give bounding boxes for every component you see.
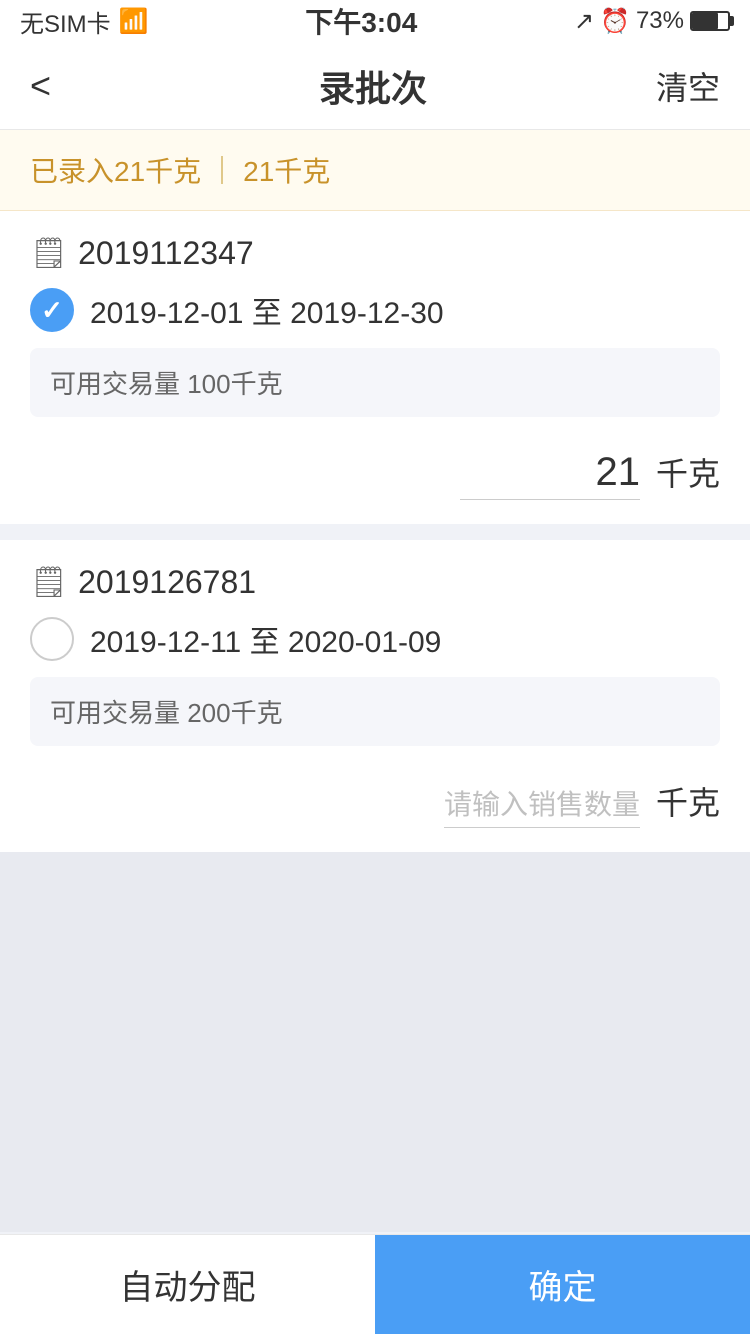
- status-right: ↗ ⏰ 73%: [574, 7, 730, 36]
- location-icon: ↗: [574, 7, 594, 36]
- clear-button[interactable]: 清空: [656, 63, 720, 109]
- batch-date-2: 2019-12-11 至 2020-01-09: [90, 617, 441, 661]
- recorded-value: 21千克: [243, 150, 330, 190]
- alarm-icon: ⏰: [600, 7, 630, 36]
- quantity-input-2[interactable]: 请输入销售数量: [444, 783, 640, 828]
- batch-header-2: 🗒 2019126781: [0, 540, 750, 609]
- carrier-label: 无SIM卡: [20, 4, 111, 39]
- input-unit-2: 千克: [656, 778, 720, 824]
- batch-number-1: 2019112347: [78, 235, 254, 272]
- radio-unchecked-2[interactable]: [30, 617, 74, 661]
- status-bar: 无SIM卡 📶 下午3:04 ↗ ⏰ 73%: [0, 0, 750, 42]
- quantity-value-1: 21: [595, 450, 640, 494]
- batch-card-2: 🗒 2019126781 2019-12-11 至 2020-01-09 可用交…: [0, 540, 750, 852]
- info-divider: [221, 156, 223, 184]
- bottom-bar: 自动分配 确定: [0, 1234, 750, 1334]
- back-button[interactable]: <: [30, 65, 90, 107]
- status-left: 无SIM卡 📶: [20, 4, 149, 39]
- batch-available-2: 可用交易量 200千克: [30, 677, 720, 746]
- confirm-button[interactable]: 确定: [375, 1235, 750, 1334]
- quantity-unit-1: 千克: [656, 449, 720, 495]
- content-area: [0, 852, 750, 1232]
- batch-header-1: 🗒 2019112347: [0, 211, 750, 280]
- recorded-label: 已录入21千克: [30, 150, 201, 190]
- auto-distribute-button[interactable]: 自动分配: [0, 1235, 375, 1334]
- battery-percent: 73%: [636, 7, 684, 35]
- wifi-icon: 📶: [119, 7, 149, 36]
- input-row-2: 请输入销售数量 千克: [0, 762, 750, 852]
- status-time: 下午3:04: [305, 1, 417, 41]
- batch-available-1: 可用交易量 100千克: [30, 348, 720, 417]
- battery-icon: [690, 11, 730, 31]
- batch-row-1[interactable]: 2019-12-01 至 2019-12-30: [0, 280, 750, 340]
- page-title: 录批次: [319, 60, 427, 112]
- batch-number-2: 2019126781: [78, 564, 256, 601]
- batch-row-2[interactable]: 2019-12-11 至 2020-01-09: [0, 609, 750, 669]
- quantity-display-1[interactable]: 21: [460, 450, 640, 500]
- batch-date-1: 2019-12-01 至 2019-12-30: [90, 288, 444, 332]
- info-banner: 已录入21千克 21千克: [0, 130, 750, 211]
- quantity-row-1: 21 千克: [0, 433, 750, 524]
- input-placeholder-2: 请输入销售数量: [444, 789, 640, 820]
- radio-checked-1[interactable]: [30, 288, 74, 332]
- battery-fill: [692, 13, 718, 29]
- batch-card-1: 🗒 2019112347 2019-12-01 至 2019-12-30 可用交…: [0, 211, 750, 524]
- batch-doc-icon-1: 🗒: [30, 236, 68, 271]
- nav-bar: < 录批次 清空: [0, 42, 750, 130]
- batch-doc-icon-2: 🗒: [30, 565, 68, 600]
- section-divider: [0, 524, 750, 540]
